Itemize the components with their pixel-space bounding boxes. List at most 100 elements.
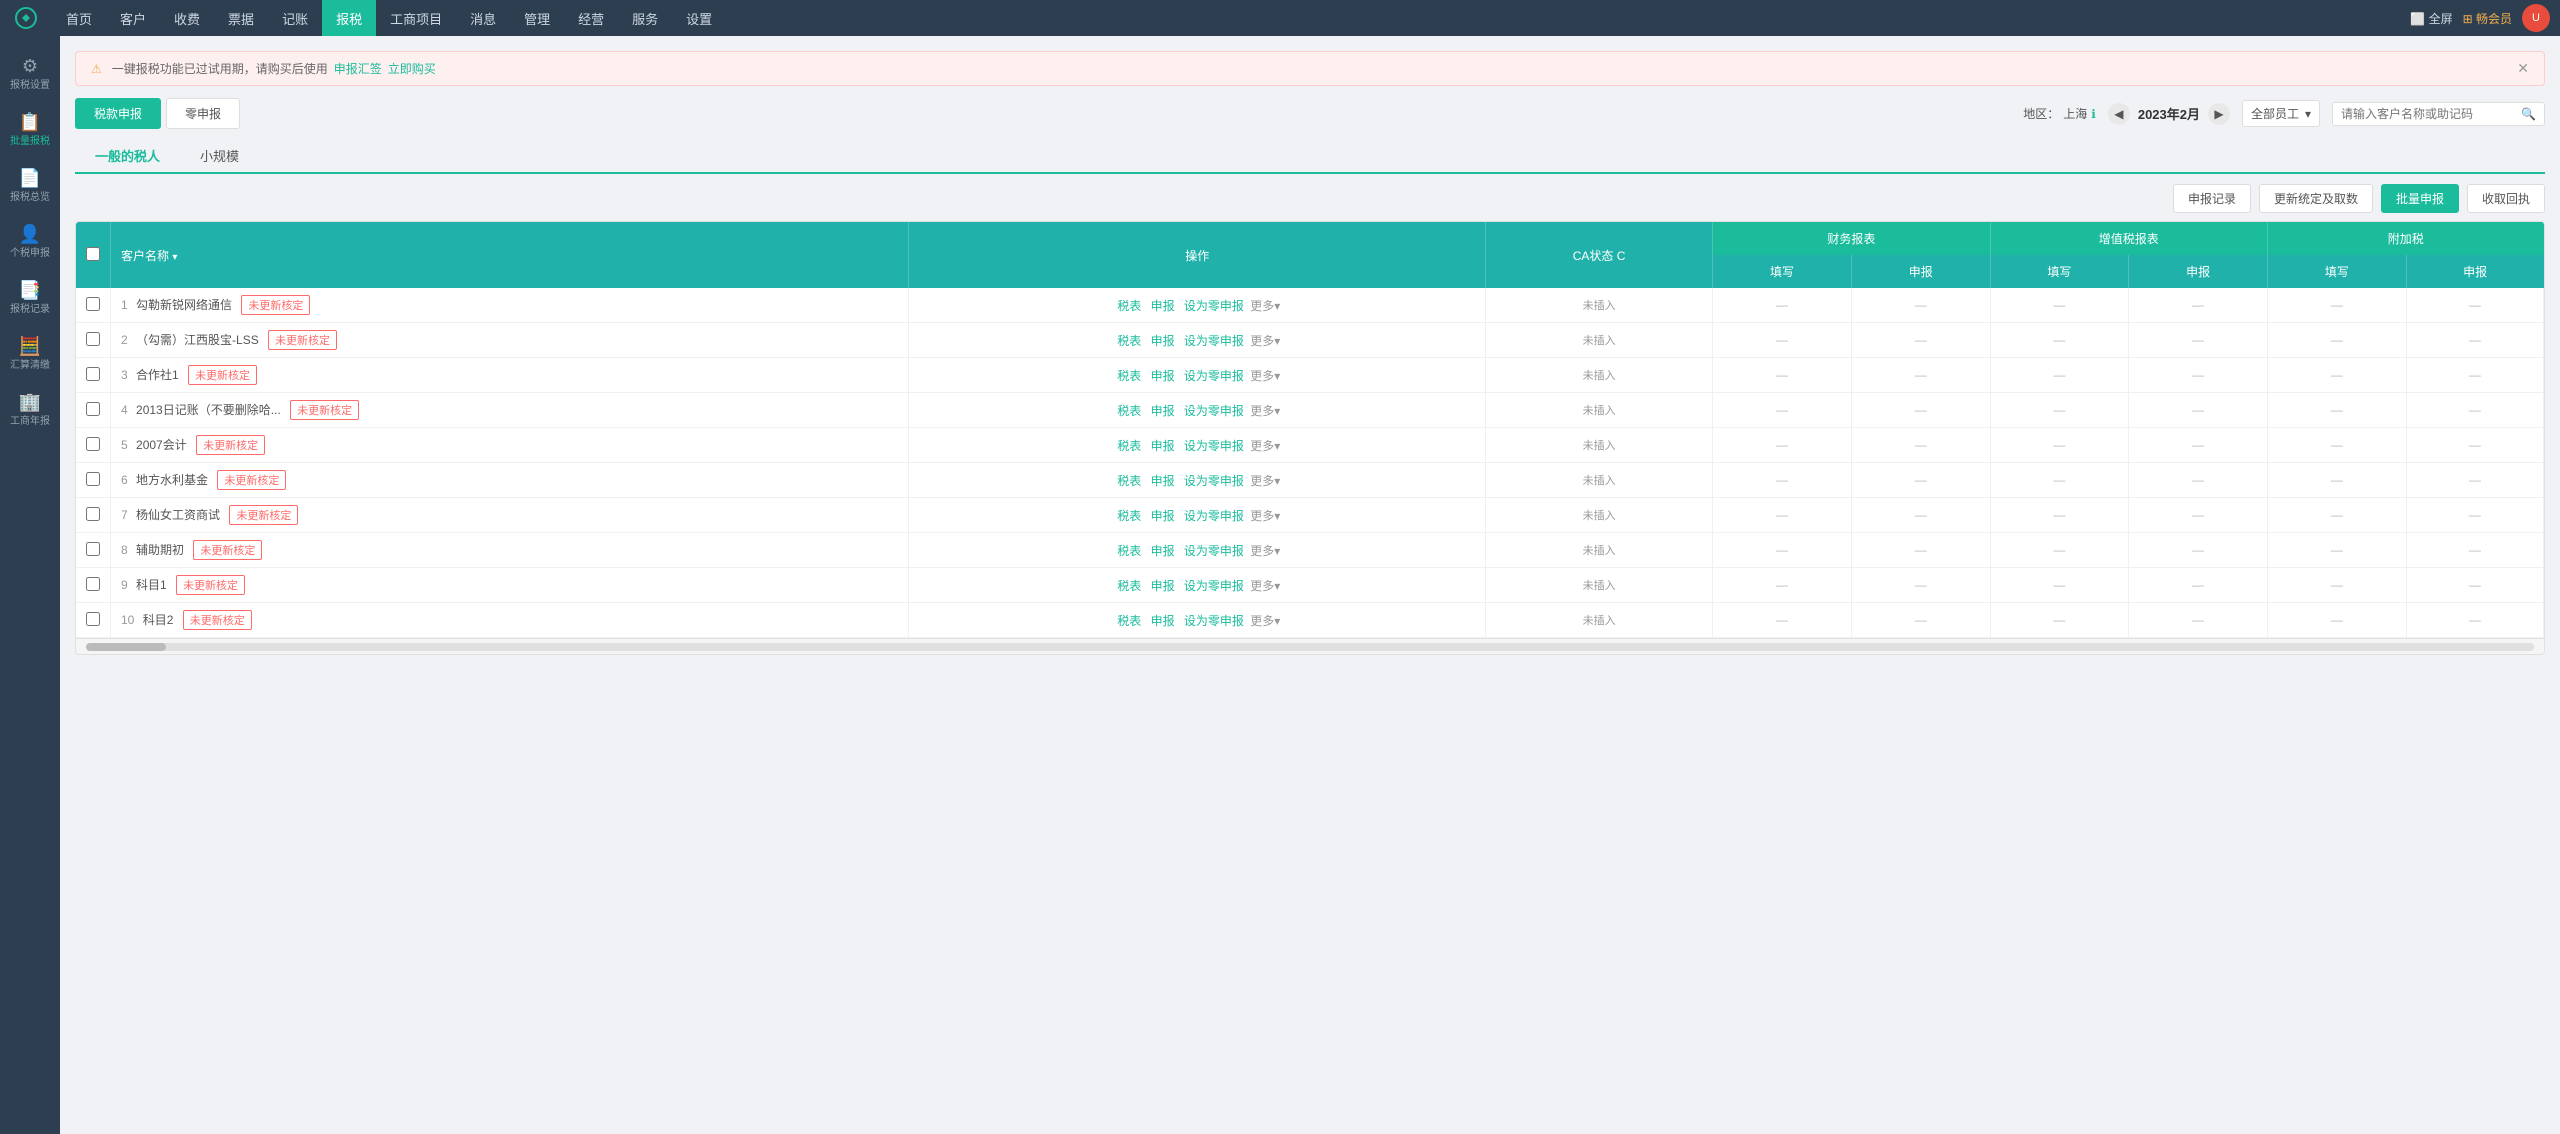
op-declare[interactable]: 申报	[1151, 369, 1175, 383]
op-tax-form[interactable]: 税表	[1117, 614, 1141, 628]
batch-declare-btn[interactable]: 批量申报	[2381, 184, 2459, 213]
op-more[interactable]: 更多▾	[1250, 299, 1280, 313]
op-tax-form[interactable]: 税表	[1117, 509, 1141, 523]
row-checkbox-2[interactable]	[86, 367, 100, 381]
update-stats-btn[interactable]: 更新统定及取数	[2259, 184, 2373, 213]
row-checkbox-9[interactable]	[86, 612, 100, 626]
region-info-icon[interactable]: ℹ	[2091, 107, 2096, 121]
nav-customer[interactable]: 客户	[106, 0, 160, 36]
top-navigation: 首页 客户 收费 票据 记账 报税 工商项目 消息 管理 经营 服务 设置 ⬜ …	[0, 0, 2560, 36]
horizontal-scrollbar[interactable]	[76, 638, 2544, 654]
op-more[interactable]: 更多▾	[1250, 579, 1280, 593]
nav-service[interactable]: 服务	[618, 0, 672, 36]
date-nav: ◀ 2023年2月 ▶	[2108, 103, 2230, 125]
notice-link-declaration[interactable]: 申报汇签	[334, 60, 382, 77]
op-tax-form[interactable]: 税表	[1117, 299, 1141, 313]
sidebar-item-settlement[interactable]: 🧮 汇算清缴	[0, 326, 60, 382]
nav-business[interactable]: 工商项目	[376, 0, 456, 36]
op-zero-declare[interactable]: 设为零申报	[1184, 369, 1244, 383]
op-more[interactable]: 更多▾	[1250, 509, 1280, 523]
op-tax-form[interactable]: 税表	[1117, 474, 1141, 488]
row-checkbox-3[interactable]	[86, 402, 100, 416]
op-more[interactable]: 更多▾	[1250, 404, 1280, 418]
row-checkbox-7[interactable]	[86, 542, 100, 556]
row-financial-fill: —	[1713, 533, 1852, 568]
row-checkbox-6[interactable]	[86, 507, 100, 521]
user-avatar[interactable]: U	[2522, 4, 2550, 32]
nav-bookkeeping[interactable]: 记账	[268, 0, 322, 36]
declaration-records-btn[interactable]: 申报记录	[2173, 184, 2251, 213]
op-tax-form[interactable]: 税表	[1117, 579, 1141, 593]
op-zero-declare[interactable]: 设为零申报	[1184, 579, 1244, 593]
retrieve-receipt-btn[interactable]: 收取回执	[2467, 184, 2545, 213]
op-zero-declare[interactable]: 设为零申报	[1184, 439, 1244, 453]
fullscreen-btn[interactable]: ⬜ 全屏	[2410, 10, 2452, 27]
row-name: 辅助期初	[136, 543, 184, 557]
op-zero-declare[interactable]: 设为零申报	[1184, 404, 1244, 418]
op-declare[interactable]: 申报	[1151, 509, 1175, 523]
op-declare[interactable]: 申报	[1151, 439, 1175, 453]
nav-operation[interactable]: 经营	[564, 0, 618, 36]
search-input[interactable]	[2341, 107, 2521, 121]
op-more[interactable]: 更多▾	[1250, 544, 1280, 558]
current-date: 2023年2月	[2138, 104, 2200, 123]
nav-manage[interactable]: 管理	[510, 0, 564, 36]
tab-zero-declaration[interactable]: 零申报	[166, 98, 240, 129]
search-icon[interactable]: 🔍	[2521, 107, 2536, 121]
op-zero-declare[interactable]: 设为零申报	[1184, 299, 1244, 313]
row-checkbox-0[interactable]	[86, 297, 100, 311]
row-name: 勾勒新锐网络通信	[136, 298, 232, 312]
op-more[interactable]: 更多▾	[1250, 369, 1280, 383]
op-declare[interactable]: 申报	[1151, 299, 1175, 313]
op-tax-form[interactable]: 税表	[1117, 334, 1141, 348]
op-zero-declare[interactable]: 设为零申报	[1184, 474, 1244, 488]
op-zero-declare[interactable]: 设为零申报	[1184, 509, 1244, 523]
nav-invoice[interactable]: 票据	[214, 0, 268, 36]
op-declare[interactable]: 申报	[1151, 544, 1175, 558]
op-declare[interactable]: 申报	[1151, 614, 1175, 628]
sidebar-item-annual-report[interactable]: 🏢 工商年报	[0, 382, 60, 438]
op-declare[interactable]: 申报	[1151, 474, 1175, 488]
op-zero-declare[interactable]: 设为零申报	[1184, 334, 1244, 348]
tab-tax-declaration[interactable]: 税款申报	[75, 98, 161, 129]
op-declare[interactable]: 申报	[1151, 334, 1175, 348]
sub-tab-small-scale[interactable]: 小规模	[180, 139, 259, 172]
sidebar-label-annual-report: 工商年报	[10, 416, 50, 428]
row-checkbox-1[interactable]	[86, 332, 100, 346]
nav-home[interactable]: 首页	[52, 0, 106, 36]
nav-fee[interactable]: 收费	[160, 0, 214, 36]
op-declare[interactable]: 申报	[1151, 579, 1175, 593]
row-checkbox-5[interactable]	[86, 472, 100, 486]
sidebar-item-personal-tax[interactable]: 👤 个税申报	[0, 214, 60, 270]
sidebar-item-tax-records[interactable]: 📑 报税记录	[0, 270, 60, 326]
prev-month-btn[interactable]: ◀	[2108, 103, 2130, 125]
premium-btn[interactable]: ⊞ 畅会员	[2463, 10, 2512, 27]
op-more[interactable]: 更多▾	[1250, 474, 1280, 488]
sidebar-item-tax-overview[interactable]: 📄 报税总览	[0, 158, 60, 214]
op-zero-declare[interactable]: 设为零申报	[1184, 614, 1244, 628]
op-zero-declare[interactable]: 设为零申报	[1184, 544, 1244, 558]
notice-link-buy[interactable]: 立即购买	[388, 60, 436, 77]
nav-message[interactable]: 消息	[456, 0, 510, 36]
row-checkbox-8[interactable]	[86, 577, 100, 591]
sidebar-item-tax-settings[interactable]: ⚙ 报税设置	[0, 46, 60, 102]
row-checkbox-4[interactable]	[86, 437, 100, 451]
sidebar-item-batch-tax[interactable]: 📋 批量报税	[0, 102, 60, 158]
nav-tax[interactable]: 报税	[322, 0, 376, 36]
staff-select[interactable]: 全部员工 ▾	[2242, 100, 2320, 127]
next-month-btn[interactable]: ▶	[2208, 103, 2230, 125]
select-all-checkbox[interactable]	[86, 247, 100, 261]
op-tax-form[interactable]: 税表	[1117, 369, 1141, 383]
op-more[interactable]: 更多▾	[1250, 439, 1280, 453]
scroll-thumb[interactable]	[86, 643, 166, 651]
row-financial-report: —	[1851, 463, 1990, 498]
op-declare[interactable]: 申报	[1151, 404, 1175, 418]
op-more[interactable]: 更多▾	[1250, 334, 1280, 348]
op-tax-form[interactable]: 税表	[1117, 439, 1141, 453]
op-tax-form[interactable]: 税表	[1117, 544, 1141, 558]
nav-settings[interactable]: 设置	[672, 0, 726, 36]
sub-tab-general[interactable]: 一般的税人	[75, 139, 180, 174]
notice-close-btn[interactable]: ✕	[2517, 60, 2529, 77]
op-more[interactable]: 更多▾	[1250, 614, 1280, 628]
op-tax-form[interactable]: 税表	[1117, 404, 1141, 418]
